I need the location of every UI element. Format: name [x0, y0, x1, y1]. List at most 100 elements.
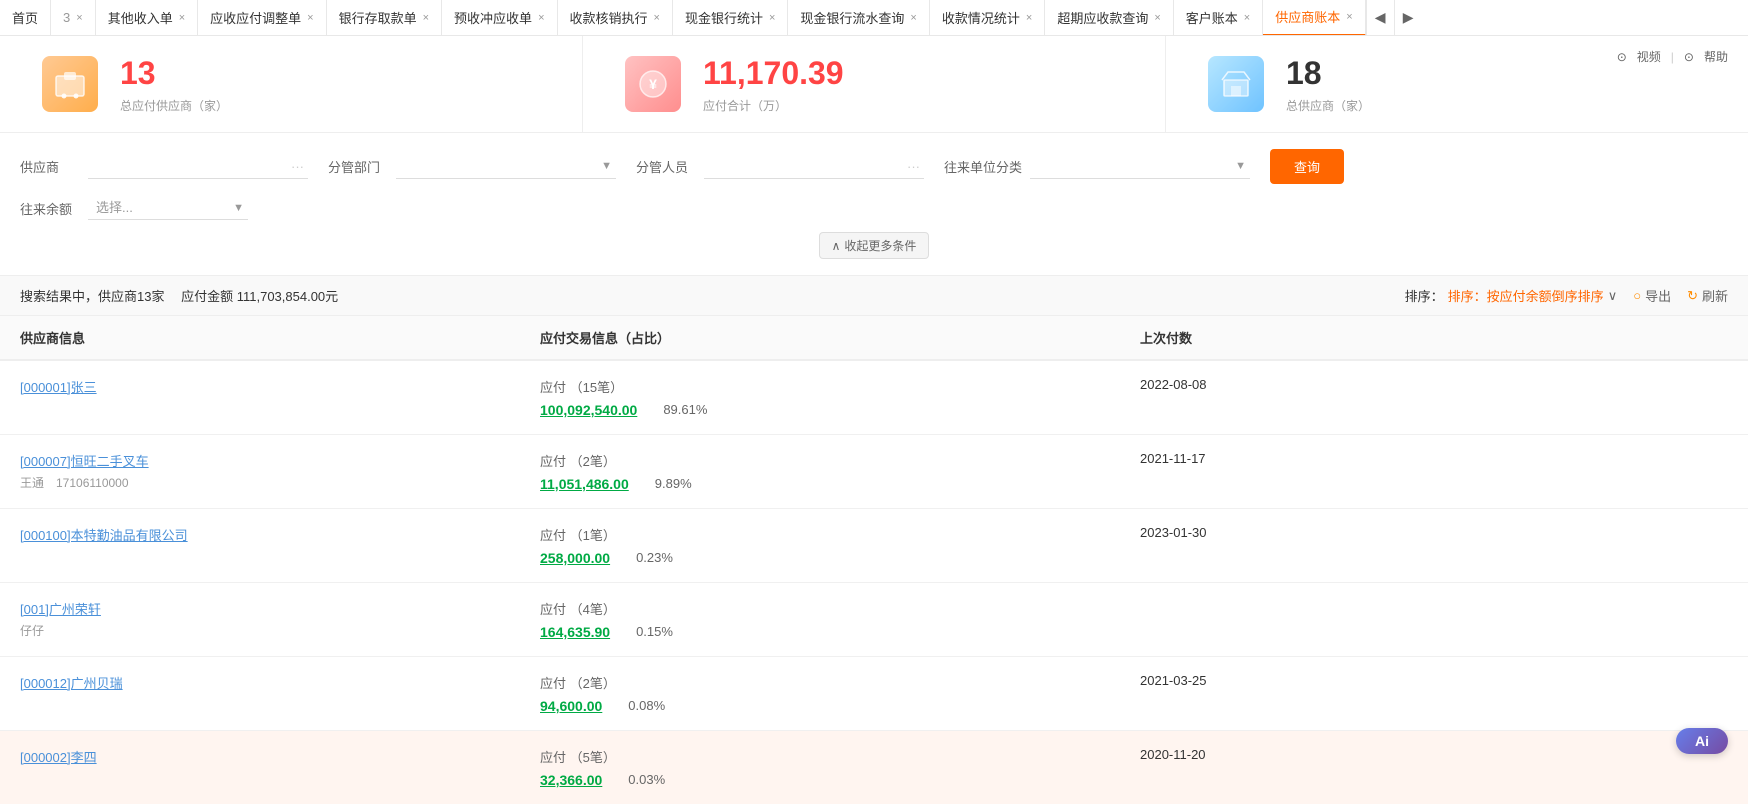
nav-tab-bank-deposit[interactable]: 银行存取款单 × [327, 0, 442, 36]
row1-trans-count: （15笔） [570, 380, 623, 395]
nav-tab-ap-adjust[interactable]: 应收应付调整单 × [198, 0, 326, 36]
stat-icon-ap-suppliers [40, 54, 100, 114]
top-navigation: 首页 3 × 其他收入单 × 应收应付调整单 × 银行存取款单 × 预收冲应收单… [0, 0, 1748, 36]
table-area: 供应商信息 应付交易信息（占比） 上次付数 [000001]张三 应付 （15笔… [0, 316, 1748, 804]
nav-tab-cash-bank-stat-close[interactable]: × [769, 12, 775, 24]
table-row: [000001]张三 应付 （15笔） 100,092,540.00 89.61… [0, 361, 1748, 435]
row2-trans-percent: 9.89% [655, 476, 692, 491]
nav-tab-other-income-label: 其他收入单 [108, 8, 173, 27]
nav-tab-cash-bank-flow[interactable]: 现金银行流水查询 × [788, 0, 929, 36]
row5-trans-percent: 0.08% [628, 698, 665, 713]
nav-tab-cash-bank-flow-close[interactable]: × [910, 12, 916, 24]
nav-tab-supplier-account-close[interactable]: × [1346, 11, 1352, 23]
row1-trans-amount[interactable]: 100,092,540.00 [540, 402, 637, 418]
nav-tab-cash-bank-stat-label: 现金银行统计 [685, 8, 763, 27]
nav-tab-advance[interactable]: 预收冲应收单 × [442, 0, 557, 36]
row6-trans-type: 应付 [540, 750, 566, 765]
row2-supplier: [000007]恒旺二手叉车 王通 17106110000 [20, 451, 540, 491]
dept-select[interactable] [396, 155, 616, 178]
filter-person: 分管人员 ··· [636, 155, 924, 179]
row4-trans-row: 164,635.90 0.15% [540, 622, 1140, 640]
ai-button[interactable]: Ai [1676, 728, 1728, 754]
row6-supplier-link[interactable]: [000002]李四 [20, 750, 97, 765]
row1-trans-row: 100,092,540.00 89.61% [540, 400, 1140, 418]
dept-select-wrapper: ▼ [396, 155, 616, 179]
nav-next-arrow[interactable]: ▶ [1394, 0, 1422, 36]
nav-tab-home[interactable]: 首页 [0, 0, 51, 36]
nav-tab-receipt-stat-close[interactable]: × [1026, 12, 1032, 24]
ap-total-amount: 11,170.39 [703, 54, 844, 92]
nav-tab-3-close[interactable]: × [76, 12, 82, 24]
nav-tab-receipt-stat[interactable]: 收款情况统计 × [930, 0, 1045, 36]
help-link[interactable]: 帮助 [1704, 48, 1728, 65]
video-link[interactable]: 视频 [1637, 48, 1661, 65]
row5-trans-label: 应付 （2笔） [540, 673, 1140, 692]
row5-lastpay: 2021-03-25 [1140, 673, 1728, 688]
row2-supplier-link[interactable]: [000007]恒旺二手叉车 [20, 454, 149, 469]
person-input[interactable] [704, 155, 924, 178]
row4-trans-type: 应付 [540, 602, 566, 617]
nav-tab-receipt-exec-label: 收款核销执行 [570, 8, 648, 27]
nav-tab-advance-label: 预收冲应收单 [454, 8, 532, 27]
table-row: [000100]本特勤油品有限公司 应付 （1笔） 258,000.00 0.2… [0, 509, 1748, 583]
total-supplier-count: 18 [1286, 54, 1370, 92]
export-button[interactable]: ○ 导出 [1633, 286, 1671, 305]
nav-tab-supplier-account[interactable]: 供应商账本 × [1263, 0, 1365, 36]
nav-tab-advance-close[interactable]: × [538, 12, 544, 24]
row2-trans-amount[interactable]: 11,051,486.00 [540, 476, 629, 492]
sort-select[interactable]: 排序：按应付余额倒序排序 [1448, 286, 1604, 305]
nav-prev-arrow[interactable]: ◀ [1366, 0, 1394, 36]
result-prefix: 搜索结果中，供应商13家 [20, 289, 164, 304]
row4-supplier-link[interactable]: [001]广州荣轩 [20, 602, 101, 617]
nav-tab-other-income[interactable]: 其他收入单 × [96, 0, 198, 36]
supplier-input[interactable] [88, 155, 308, 178]
sort-label: 排序： [1405, 286, 1444, 305]
row3-supplier-link[interactable]: [000100]本特勤油品有限公司 [20, 528, 188, 543]
nav-tab-customer-account[interactable]: 客户账本 × [1174, 0, 1263, 36]
nav-tab-ap-adjust-close[interactable]: × [307, 12, 313, 24]
row3-trans-amount[interactable]: 258,000.00 [540, 550, 610, 566]
person-input-wrapper: ··· [704, 155, 924, 179]
refresh-button[interactable]: ↻ 刷新 [1687, 286, 1728, 305]
row1-lastpay: 2022-08-08 [1140, 377, 1728, 392]
row6-trans-percent: 0.03% [628, 772, 665, 787]
row6-trans-amount[interactable]: 32,366.00 [540, 772, 602, 788]
person-filter-label: 分管人员 [636, 157, 696, 176]
nav-tab-other-income-close[interactable]: × [179, 12, 185, 24]
row6-lastpay-date: 2020-11-20 [1140, 747, 1206, 762]
balance-select-wrapper: 选择... ▼ [88, 196, 248, 220]
row1-lastpay-date: 2022-08-08 [1140, 377, 1207, 392]
row5-trans-amount[interactable]: 94,600.00 [540, 698, 602, 714]
row6-lastpay: 2020-11-20 [1140, 747, 1728, 762]
nav-tab-customer-account-close[interactable]: × [1244, 12, 1250, 24]
balance-select[interactable]: 选择... [88, 196, 248, 219]
collapse-button[interactable]: ∧ 收起更多条件 [819, 232, 930, 259]
row4-trans-amount[interactable]: 164,635.90 [540, 624, 610, 640]
filter-supplier: 供应商 ··· [20, 155, 308, 179]
nav-tab-overdue[interactable]: 超期应收款查询 × [1045, 0, 1173, 36]
row1-supplier: [000001]张三 [20, 377, 540, 396]
row1-trans-type: 应付 [540, 380, 566, 395]
row4-contact: 仔仔 [20, 622, 540, 639]
row1-supplier-link[interactable]: [000001]张三 [20, 380, 97, 395]
nav-tab-overdue-close[interactable]: × [1154, 12, 1160, 24]
category-select[interactable] [1030, 155, 1250, 178]
ap-supplier-count: 13 [120, 54, 228, 92]
nav-tab-3[interactable]: 3 × [51, 0, 96, 36]
sort-action[interactable]: 排序： 排序：按应付余额倒序排序 ∨ [1405, 286, 1618, 305]
row3-transaction: 应付 （1笔） 258,000.00 0.23% [540, 525, 1140, 566]
row5-supplier-link[interactable]: [000012]广州贝瑞 [20, 676, 123, 691]
col-header-supplier: 供应商信息 [20, 328, 540, 347]
stats-row: 13 总应付供应商（家） ¥ 11,170.39 应付合计（万） [0, 36, 1748, 133]
divider: | [1671, 50, 1674, 64]
nav-tab-receipt-exec-close[interactable]: × [654, 12, 660, 24]
nav-tab-cash-bank-stat[interactable]: 现金银行统计 × [673, 0, 788, 36]
nav-tab-bank-deposit-close[interactable]: × [423, 12, 429, 24]
row3-trans-count: （1笔） [570, 528, 616, 543]
row3-trans-type: 应付 [540, 528, 566, 543]
nav-tab-receipt-exec[interactable]: 收款核销执行 × [558, 0, 673, 36]
filter-row-1: 供应商 ··· 分管部门 ▼ 分管人员 ··· 往来单位分类 [20, 149, 1728, 184]
supplier-filter-label: 供应商 [20, 157, 80, 176]
refresh-icon: ↻ [1687, 288, 1698, 304]
search-button[interactable]: 查询 [1270, 149, 1344, 184]
